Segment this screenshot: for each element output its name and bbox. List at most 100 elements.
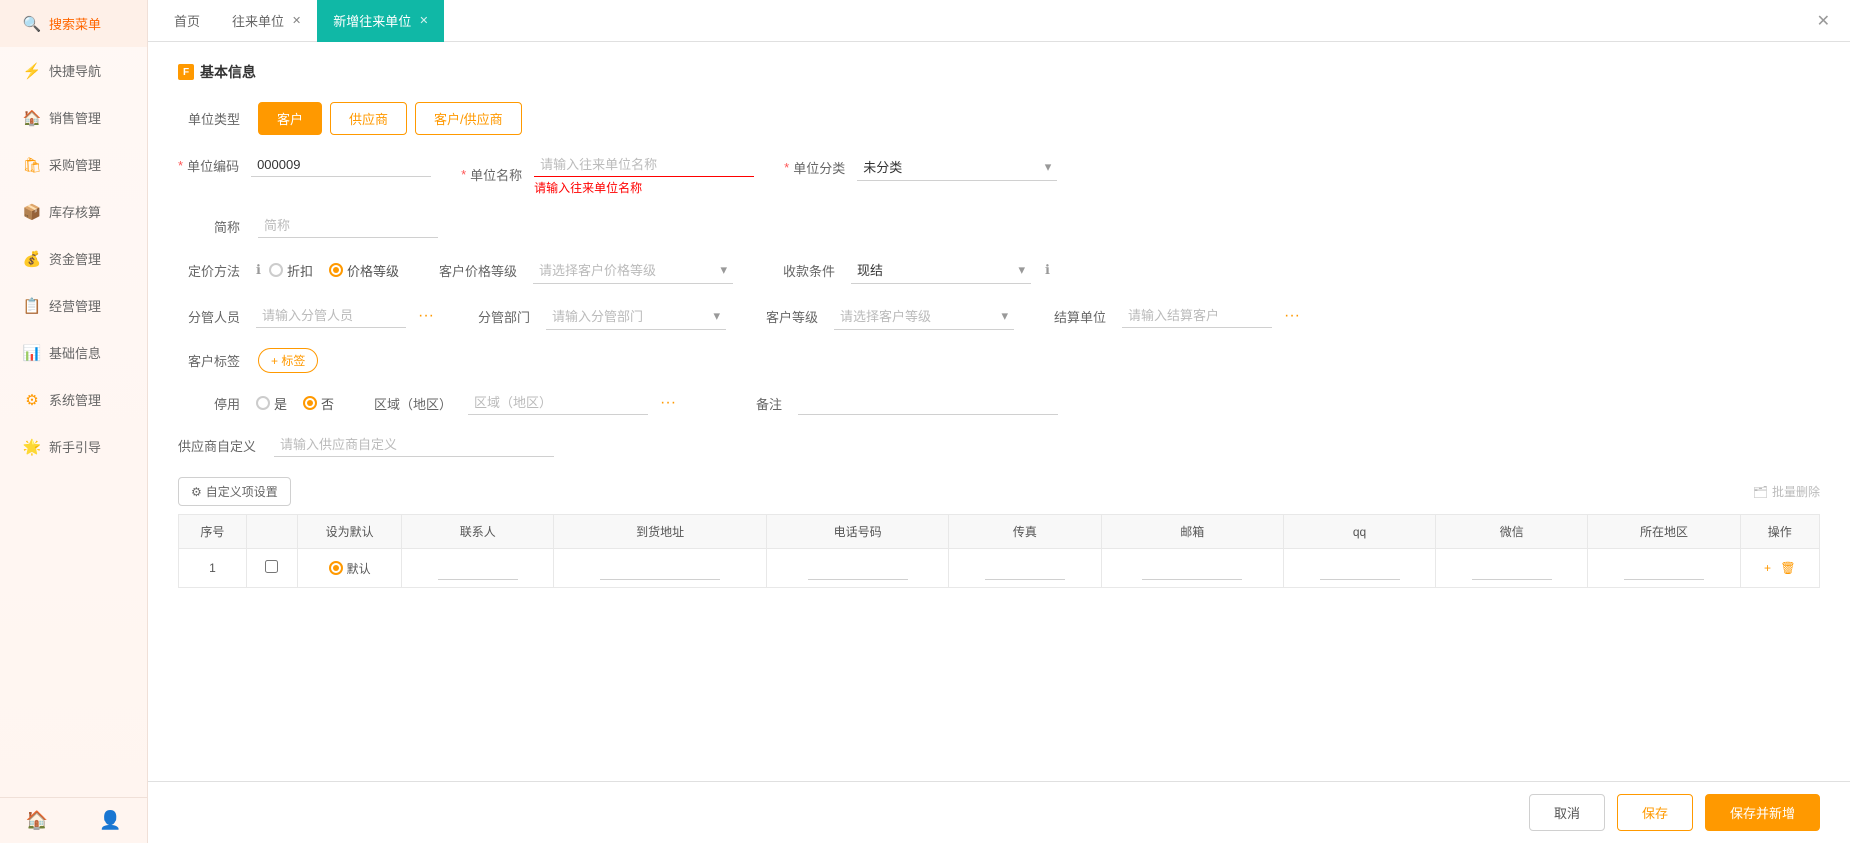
region-input[interactable]	[468, 391, 648, 415]
supplier-custom-input[interactable]	[274, 433, 554, 457]
sidebar-item-sales[interactable]: 🏠 销售管理	[0, 94, 147, 141]
disabled-yes-radio[interactable]: 是	[256, 394, 287, 413]
sidebar-item-purchase[interactable]: 🛍 采购管理	[0, 141, 147, 188]
custom-settings-label: 自定义项设置	[206, 483, 278, 500]
department-placeholder: 请输入分管部门	[552, 306, 643, 325]
basic-icon: 📊	[23, 344, 41, 362]
unit-name-input[interactable]	[534, 153, 754, 177]
customer-level-select[interactable]: 请选择客户等级 ▾	[834, 302, 1014, 330]
disabled-region-row: 停用 是 否 区域（地区） ··· 备注	[178, 391, 1820, 415]
pricing-level-radio[interactable]: 价格等级	[329, 261, 399, 280]
section-title: F 基本信息	[178, 62, 1820, 82]
disabled-no-radio[interactable]: 否	[303, 394, 334, 413]
row-email[interactable]	[1101, 549, 1283, 588]
sidebar-item-guide[interactable]: 🌟 新手引导	[0, 423, 147, 470]
unit-type-row: 单位类型 客户 供应商 客户/供应商	[178, 102, 1820, 135]
row-wechat[interactable]	[1436, 549, 1588, 588]
row-default-radio[interactable]: 默认	[308, 560, 391, 577]
pricing-discount-radio[interactable]: 折扣	[269, 261, 313, 280]
sidebar-item-finance[interactable]: 💰 资金管理	[0, 235, 147, 282]
sidebar-item-operations[interactable]: 📋 经营管理	[0, 282, 147, 329]
manager-input[interactable]	[256, 304, 406, 328]
settlement-unit-field: 结算单位 ···	[1044, 304, 1304, 328]
tab-new-counterparty-close[interactable]: ✕	[419, 14, 428, 27]
col-action: 操作	[1740, 515, 1819, 549]
tab-home[interactable]: 首页	[158, 0, 216, 42]
manager-more[interactable]: ···	[414, 307, 438, 325]
pricing-level-label: 价格等级	[347, 261, 399, 280]
unit-type-customer[interactable]: 客户	[258, 102, 322, 135]
unit-name-field: * 单位名称 请输入往来单位名称	[461, 153, 754, 196]
sidebar-item-system[interactable]: ⚙ 系统管理	[0, 376, 147, 423]
short-name-input[interactable]	[258, 214, 438, 238]
home-bottom-btn[interactable]: 🏠	[0, 798, 74, 843]
tab-counterparty[interactable]: 往来单位 ✕	[216, 0, 317, 42]
region-field: 区域（地区） ···	[374, 391, 680, 415]
remark-input[interactable]	[798, 391, 1058, 415]
payment-terms-caret: ▾	[1018, 262, 1025, 278]
unit-category-label: 单位分类	[793, 158, 853, 177]
section-icon: F	[178, 64, 194, 80]
customer-price-level-placeholder: 请选择客户价格等级	[539, 260, 656, 279]
customer-price-level-select[interactable]: 请选择客户价格等级 ▾	[533, 256, 733, 284]
sidebar-item-inventory[interactable]: 📦 库存核算	[0, 188, 147, 235]
row-fax[interactable]	[949, 549, 1101, 588]
tab-close-all[interactable]: ✕	[1807, 11, 1840, 31]
row-add-btn[interactable]: +	[1764, 561, 1771, 575]
customer-level-label: 客户等级	[756, 307, 826, 326]
settlement-unit-more[interactable]: ···	[1280, 307, 1304, 325]
row-qq[interactable]	[1283, 549, 1435, 588]
region-label: 区域（地区）	[374, 394, 460, 413]
sidebar-item-quicknav[interactable]: ⚡ 快捷导航	[0, 47, 147, 94]
save-button[interactable]: 保存	[1617, 794, 1693, 831]
user-bottom-btn[interactable]: 👤	[74, 798, 148, 843]
sidebar-item-search[interactable]: 🔍 搜索菜单	[0, 0, 147, 47]
sidebar-item-label: 库存核算	[49, 202, 101, 221]
sidebar-item-basic[interactable]: 📊 基础信息	[0, 329, 147, 376]
payment-terms-select[interactable]: 现结 ▾	[851, 256, 1031, 284]
custom-settings-button[interactable]: ⚙ 自定义项设置	[178, 477, 291, 506]
manager-field: 分管人员 ···	[178, 304, 438, 328]
settlement-unit-input[interactable]	[1122, 304, 1272, 328]
tab-bar: 首页 往来单位 ✕ 新增往来单位 ✕ ✕	[148, 0, 1850, 42]
save-new-button[interactable]: 保存并新增	[1705, 794, 1820, 831]
sidebar-item-label: 资金管理	[49, 249, 101, 268]
row-region[interactable]	[1588, 549, 1740, 588]
unit-category-select[interactable]: 未分类 ▾	[857, 153, 1057, 181]
row-check-input[interactable]	[265, 560, 278, 573]
supplier-custom-label: 供应商自定义	[178, 436, 264, 455]
batch-delete-label: 批量删除	[1772, 483, 1820, 500]
payment-terms-label: 收款条件	[773, 261, 843, 280]
pricing-radio-group: 折扣 价格等级	[269, 261, 399, 280]
department-select[interactable]: 请输入分管部门 ▾	[546, 302, 726, 330]
row-default-circle	[329, 561, 343, 575]
sidebar-item-label: 快捷导航	[49, 61, 101, 80]
row-address[interactable]	[554, 549, 767, 588]
pricing-method-info[interactable]: ℹ	[256, 262, 261, 278]
cancel-button[interactable]: 取消	[1529, 794, 1605, 831]
row-operations: + 🗑	[1740, 549, 1819, 588]
short-name-label: 简称	[178, 217, 248, 236]
unit-code-label: 单位编码	[187, 156, 247, 175]
sidebar-item-label: 采购管理	[49, 155, 101, 174]
tab-counterparty-close[interactable]: ✕	[292, 14, 301, 27]
add-tag-button[interactable]: + 标签	[258, 348, 318, 373]
pricing-method-label: 定价方法	[178, 261, 248, 280]
unit-type-both[interactable]: 客户/供应商	[415, 102, 522, 135]
table-header-row: 序号 设为默认 联系人 到货地址 电话号码 传真 邮箱 qq 微信 所在地区 操…	[179, 515, 1820, 549]
region-more[interactable]: ···	[656, 394, 680, 412]
inventory-icon: 📦	[23, 203, 41, 221]
row-contact[interactable]	[402, 549, 554, 588]
settlement-unit-label: 结算单位	[1044, 307, 1114, 326]
unit-code-field: * 单位编码	[178, 153, 431, 177]
unit-name-error: 请输入往来单位名称	[534, 179, 754, 196]
batch-delete-btn[interactable]: 🗂 批量删除	[1753, 483, 1820, 500]
tab-new-counterparty[interactable]: 新增往来单位 ✕	[317, 0, 444, 42]
payment-terms-info[interactable]: ℹ	[1045, 262, 1050, 278]
unit-code-input[interactable]	[251, 153, 431, 177]
unit-type-supplier[interactable]: 供应商	[330, 102, 407, 135]
col-no: 序号	[179, 515, 247, 549]
row-phone[interactable]	[766, 549, 948, 588]
row-checkbox[interactable]	[246, 549, 297, 588]
row-delete-btn[interactable]: 🗑	[1780, 561, 1795, 575]
